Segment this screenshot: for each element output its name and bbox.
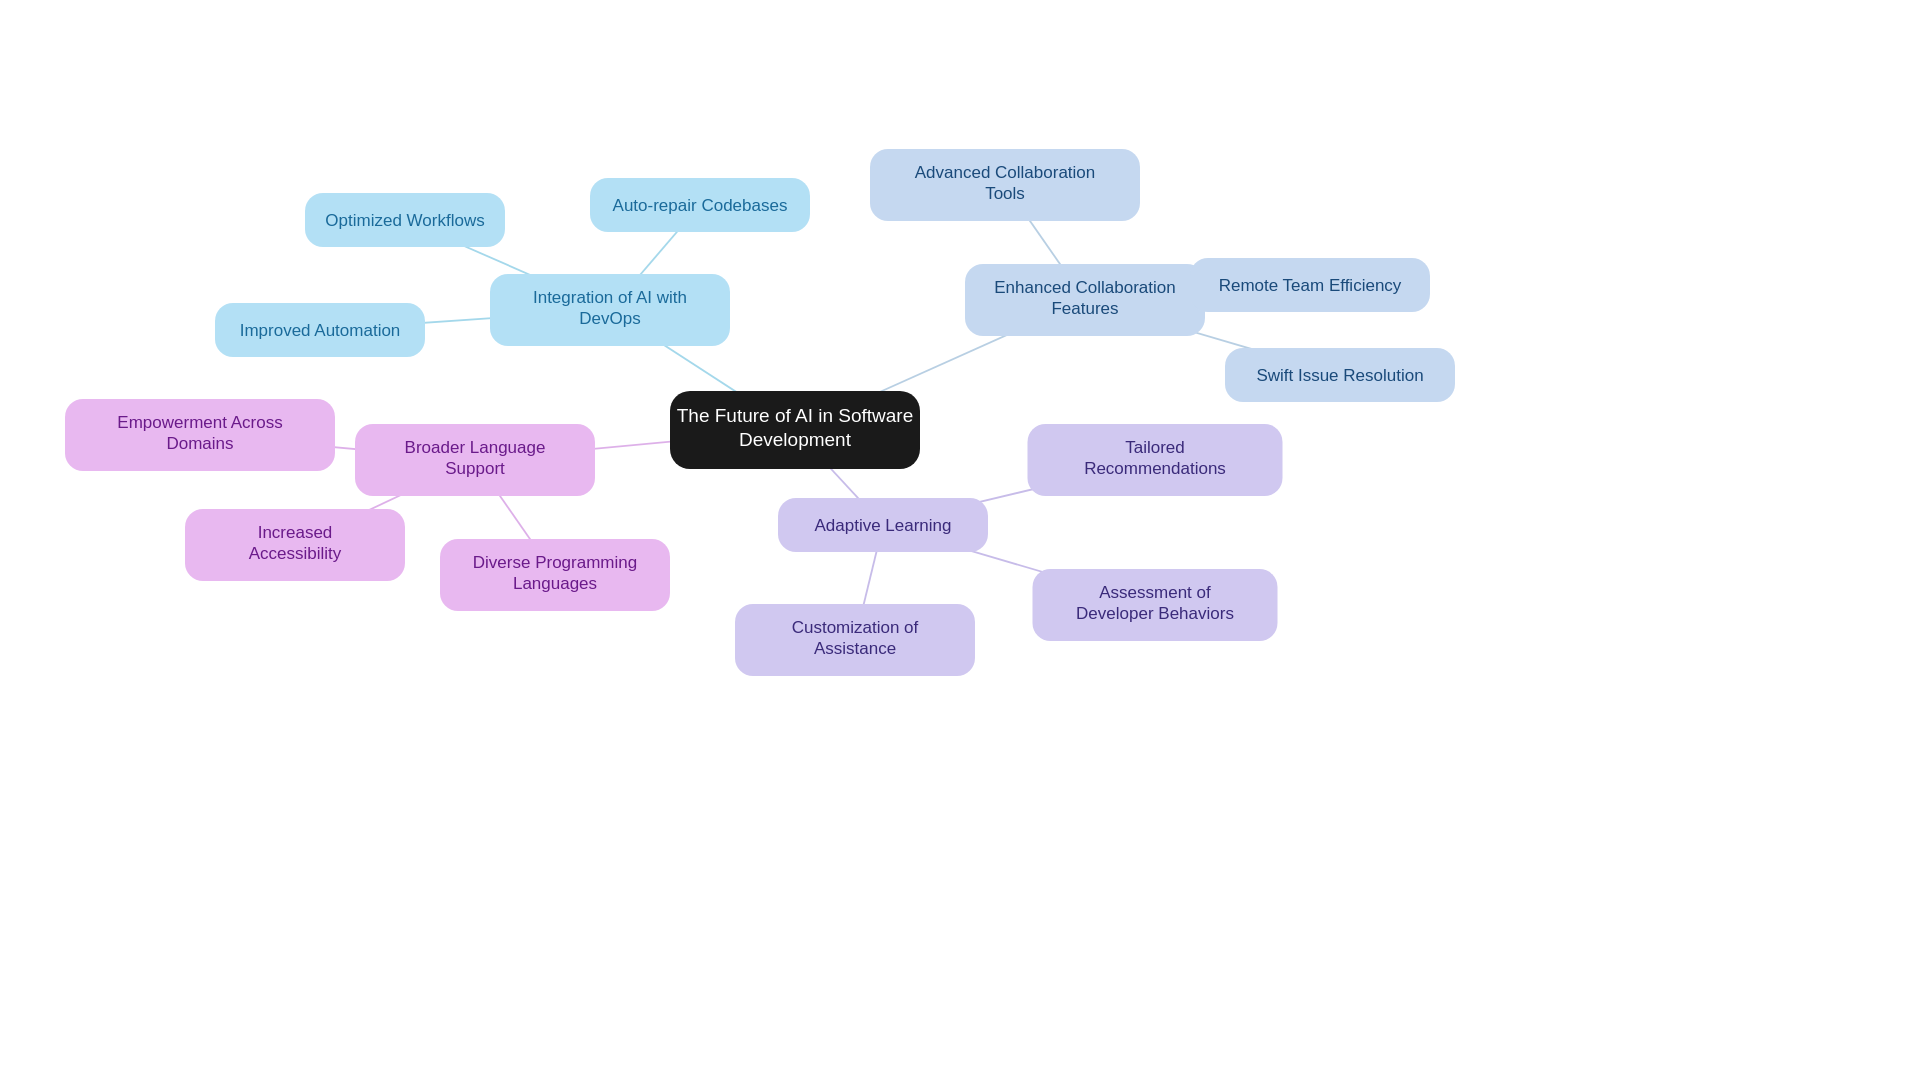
mind-map-canvas: The Future of AI in Software Development I… (0, 0, 1920, 1083)
svg-text:Optimized Workflows: Optimized Workflows (325, 211, 484, 230)
svg-text:DevOps: DevOps (579, 309, 640, 328)
svg-text:Accessibility: Accessibility (249, 544, 342, 563)
svg-text:Increased: Increased (258, 523, 333, 542)
svg-text:Tools: Tools (985, 184, 1025, 203)
svg-text:Auto-repair Codebases: Auto-repair Codebases (613, 196, 788, 215)
svg-text:Advanced Collaboration: Advanced Collaboration (915, 163, 1096, 182)
svg-text:Developer Behaviors: Developer Behaviors (1076, 604, 1234, 623)
svg-text:Enhanced Collaboration: Enhanced Collaboration (994, 278, 1175, 297)
svg-text:Improved Automation: Improved Automation (240, 321, 401, 340)
svg-text:Empowerment Across: Empowerment Across (117, 413, 282, 432)
svg-text:Features: Features (1051, 299, 1118, 318)
svg-text:Languages: Languages (513, 574, 597, 593)
svg-text:Recommendations: Recommendations (1084, 459, 1226, 478)
svg-text:Customization of: Customization of (792, 618, 919, 637)
svg-text:Assistance: Assistance (814, 639, 896, 658)
svg-text:Assessment of: Assessment of (1099, 583, 1211, 602)
svg-text:Diverse Programming: Diverse Programming (473, 553, 637, 572)
svg-text:Tailored: Tailored (1125, 438, 1185, 457)
svg-text:Broader Language: Broader Language (405, 438, 546, 457)
svg-text:Remote Team Efficiency: Remote Team Efficiency (1219, 276, 1402, 295)
svg-text:The Future of AI in Software: The Future of AI in Software (677, 405, 914, 426)
svg-text:Swift Issue Resolution: Swift Issue Resolution (1256, 366, 1423, 385)
svg-text:Adaptive Learning: Adaptive Learning (814, 516, 951, 535)
svg-text:Development: Development (739, 429, 852, 450)
svg-text:Domains: Domains (166, 434, 233, 453)
svg-text:Support: Support (445, 459, 505, 478)
svg-text:Integration of AI with: Integration of AI with (533, 288, 687, 307)
